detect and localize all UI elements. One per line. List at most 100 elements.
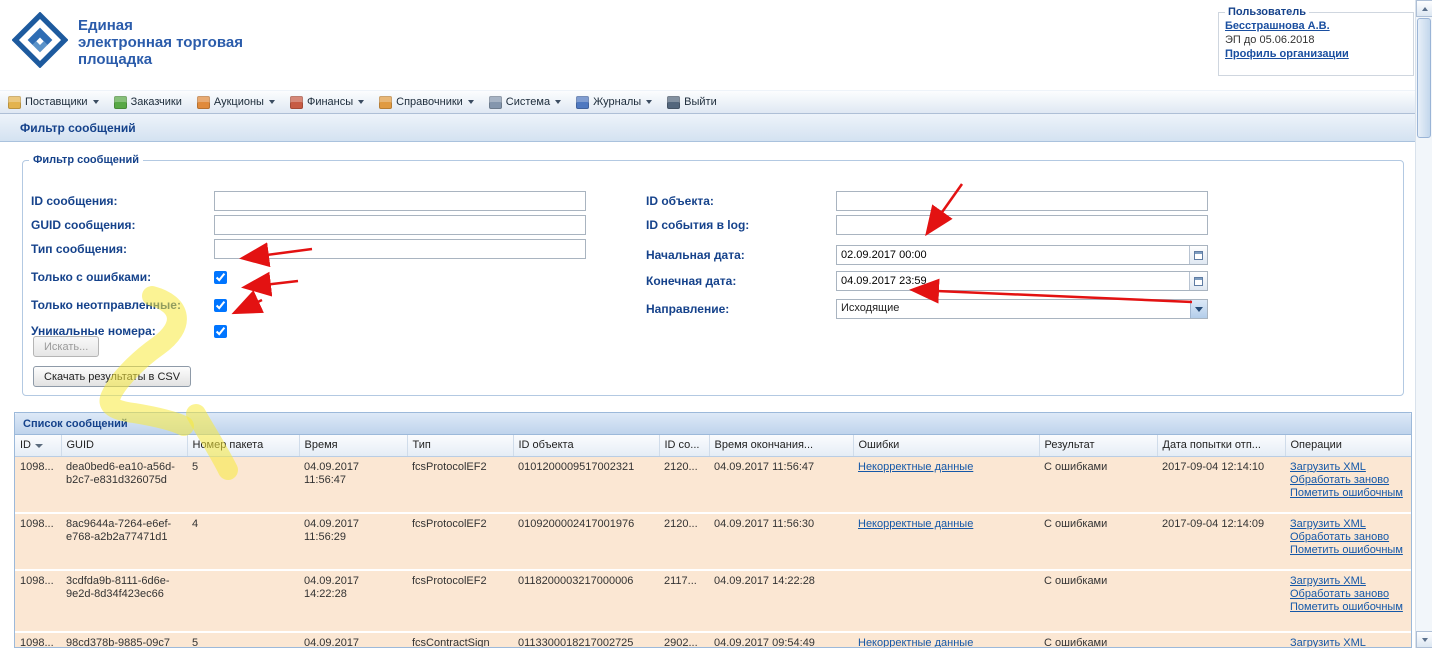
error-details-link[interactable]: Некорректные данные (858, 518, 973, 530)
cell-attempt-date: 2017-09-04 12:14:10 (1157, 456, 1285, 514)
cell-operations: Загрузить XML Обработать заново Пометить… (1285, 632, 1411, 647)
cell-object-id: 0118200003217000006 (513, 570, 659, 633)
page-header-strip: Фильтр сообщений (0, 114, 1415, 142)
scrollbar-thumb[interactable] (1417, 18, 1431, 138)
calendar-icon[interactable] (1189, 246, 1207, 264)
only-unsent-checkbox[interactable] (214, 298, 227, 312)
column-header-result[interactable]: Результат (1039, 435, 1158, 457)
reprocess-link[interactable]: Обработать заново (1290, 588, 1406, 601)
mark-error-link[interactable]: Пометить ошибочным (1290, 601, 1406, 614)
menu-item-label: Аукционы (213, 96, 264, 108)
menu-item-label: Система (505, 96, 551, 108)
unique-numbers-checkbox[interactable] (214, 324, 227, 338)
messages-table: ID GUID Номер пакета Время Тип ID объект… (15, 435, 1411, 647)
scroll-down-button[interactable] (1416, 631, 1432, 648)
end-date-input[interactable] (837, 272, 1189, 290)
table-row[interactable]: 1098... 8ac9644a-7264-e6ef-e768-a2b2a774… (15, 513, 1411, 571)
reprocess-link[interactable]: Обработать заново (1290, 531, 1406, 544)
column-header-packet[interactable]: Номер пакета (187, 435, 300, 457)
column-header-time[interactable]: Время (299, 435, 408, 457)
menu-item-auctions[interactable]: Аукционы (196, 95, 275, 109)
table-row[interactable]: 1098... 98cd378b-9885-09c7 5 04.09.2017 … (15, 632, 1411, 647)
download-csv-button[interactable]: Скачать результаты в CSV (33, 366, 192, 387)
message-type-input[interactable] (214, 239, 586, 259)
start-date-input[interactable] (837, 246, 1189, 264)
load-xml-link[interactable]: Загрузить XML (1290, 637, 1406, 647)
error-details-link[interactable]: Некорректные данные (858, 637, 973, 647)
cell-result: С ошибками (1039, 632, 1157, 647)
table-row[interactable]: 1098... 3cdfda9b-8111-6d6e-9e2d-8d34f423… (15, 570, 1411, 633)
column-header-attempt-date[interactable]: Дата попытки отп... (1157, 435, 1286, 457)
mark-error-link[interactable]: Пометить ошибочным (1290, 544, 1406, 557)
message-guid-input[interactable] (214, 215, 586, 235)
menu-item-suppliers[interactable]: Поставщики (8, 95, 99, 109)
cell-type: fcsContractSign (407, 632, 513, 647)
calendar-glyph (1194, 276, 1203, 286)
load-xml-link[interactable]: Загрузить XML (1290, 461, 1406, 474)
menu-item-system[interactable]: Система (488, 95, 562, 109)
table-row[interactable]: 1098... dea0bed6-ea10-a56d-b2c7-e831d326… (15, 456, 1411, 514)
column-header-errors[interactable]: Ошибки (853, 435, 1040, 457)
start-date-field (836, 245, 1208, 265)
filter-row: Тип сообщения: (31, 238, 586, 260)
menu-item-journals[interactable]: Журналы (576, 95, 653, 109)
dropdown-caret-icon (646, 100, 653, 104)
log-event-id-input[interactable] (836, 215, 1208, 235)
object-id-label: ID объекта: (646, 194, 714, 208)
org-profile-link[interactable]: Профиль организации (1225, 47, 1407, 61)
brand-line: электронная торговая (78, 34, 243, 51)
menu-item-label: Финансы (306, 96, 354, 108)
cell-id: 1098... (15, 632, 61, 647)
scroll-up-button[interactable] (1416, 0, 1432, 17)
reprocess-link[interactable]: Обработать заново (1290, 474, 1406, 487)
cell-attempt-date: 2017-09-04 12:14:09 (1157, 513, 1285, 571)
user-panel-title: Пользователь (1228, 6, 1307, 18)
object-id-input[interactable] (836, 191, 1208, 211)
cell-object-id: 0109200002417001976 (513, 513, 659, 571)
exit-icon (667, 95, 681, 109)
cell-errors: Некорректные данные (853, 632, 1039, 647)
cell-id: 1098... (15, 570, 61, 633)
only-errors-checkbox[interactable] (214, 270, 227, 284)
cell-guid: dea0bed6-ea10-a56d-b2c7-e831d326075d (61, 456, 187, 514)
log-event-id-label: ID события в log: (646, 218, 750, 232)
menu-item-customers[interactable]: Заказчики (113, 95, 182, 109)
column-header-event-id[interactable]: ID со... (659, 435, 710, 457)
load-xml-link[interactable]: Загрузить XML (1290, 518, 1406, 531)
mark-error-link[interactable]: Пометить ошибочным (1290, 487, 1406, 500)
calendar-icon[interactable] (1189, 272, 1207, 290)
dropdown-caret-icon (92, 100, 99, 104)
menu-item-label: Заказчики (130, 96, 182, 108)
column-header-operations[interactable]: Операции (1285, 435, 1411, 457)
filter-row: Только с ошибками: (31, 266, 227, 288)
end-date-field (836, 271, 1208, 291)
message-id-input[interactable] (214, 191, 586, 211)
column-header-type[interactable]: Тип (407, 435, 514, 457)
user-name-link[interactable]: Бесстрашнова А.В. (1225, 19, 1407, 33)
messages-list-panel: Список сообщений ID GUID Номер пакета Вр… (14, 412, 1412, 648)
table-header-row: ID GUID Номер пакета Время Тип ID объект… (15, 435, 1411, 457)
only-unsent-label: Только неотправленные: (31, 298, 181, 312)
menu-item-exit[interactable]: Выйти (667, 95, 717, 109)
user-panel: Пользователь Бесстрашнова А.В. ЭП до 05.… (1218, 6, 1414, 76)
menu-item-label: Выйти (684, 96, 717, 108)
menu-item-finance[interactable]: Финансы (289, 95, 365, 109)
cell-errors (853, 570, 1039, 633)
column-header-guid[interactable]: GUID (61, 435, 188, 457)
brand-title: Единая электронная торговая площадка (78, 17, 243, 68)
dropdown-caret-icon (358, 100, 365, 104)
load-xml-link[interactable]: Загрузить XML (1290, 575, 1406, 588)
suppliers-folder-icon (8, 95, 21, 109)
system-icon (488, 95, 502, 109)
direction-select[interactable]: Исходящие (836, 299, 1208, 319)
cell-packet: 4 (187, 513, 299, 571)
menu-item-directories[interactable]: Справочники (379, 95, 474, 109)
error-details-link[interactable]: Некорректные данные (858, 461, 973, 473)
cell-attempt-date (1157, 632, 1285, 647)
search-button[interactable]: Искать... (33, 336, 100, 357)
column-header-end-time[interactable]: Время окончания... (709, 435, 854, 457)
column-header-object-id[interactable]: ID объекта (513, 435, 660, 457)
vertical-scrollbar[interactable] (1415, 0, 1432, 648)
menu-item-label: Журналы (593, 96, 642, 108)
column-header-id[interactable]: ID (15, 435, 62, 457)
